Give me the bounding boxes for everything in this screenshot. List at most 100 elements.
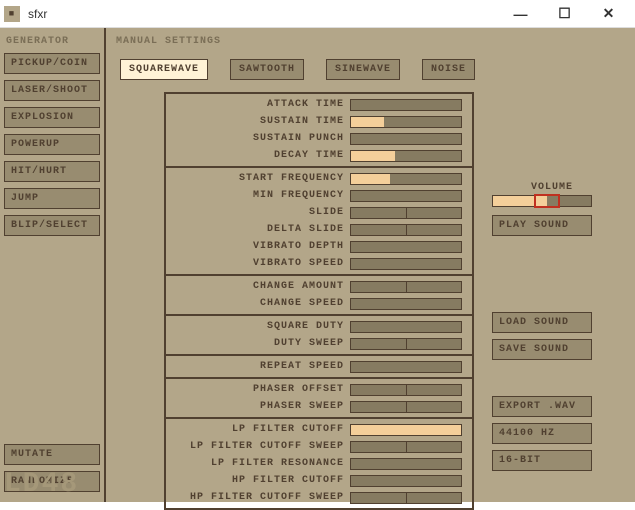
param-slider[interactable] <box>350 241 462 253</box>
param-slider[interactable] <box>350 150 462 162</box>
param-group: PHASER OFFSET PHASER SWEEP <box>166 379 472 419</box>
param-row: DUTY SWEEP <box>170 335 468 352</box>
param-label: CHANGE SPEED <box>170 298 350 309</box>
param-slider[interactable] <box>350 224 462 236</box>
param-group: CHANGE AMOUNT CHANGE SPEED <box>166 276 472 316</box>
param-group: ATTACK TIME SUSTAIN TIME SUSTAIN PUNCH DECA… <box>166 94 472 168</box>
wave-sinewave[interactable]: SINEWAVE <box>326 59 400 80</box>
param-row: SQUARE DUTY <box>170 318 468 335</box>
param-row: LP FILTER RESONANCE <box>170 455 468 472</box>
param-row: CHANGE SPEED <box>170 295 468 312</box>
param-row: PHASER SWEEP <box>170 398 468 415</box>
param-slider[interactable] <box>350 424 462 436</box>
param-label: LP FILTER RESONANCE <box>170 458 350 469</box>
param-label: CHANGE AMOUNT <box>170 281 350 292</box>
param-slider[interactable] <box>350 99 462 111</box>
minimize-button[interactable]: — <box>499 0 543 28</box>
play-sound-button[interactable]: PLAY SOUND <box>492 215 592 236</box>
param-row: SUSTAIN PUNCH <box>170 130 468 147</box>
generator-heading: GENERATOR <box>6 36 100 47</box>
content-row: ATTACK TIME SUSTAIN TIME SUSTAIN PUNCH DECA… <box>114 92 627 510</box>
bitdepth-button[interactable]: 16-BIT <box>492 450 592 471</box>
manual-settings-heading: MANUAL SETTINGS <box>116 36 627 47</box>
param-slider[interactable] <box>350 258 462 270</box>
param-label: DECAY TIME <box>170 150 350 161</box>
param-slider[interactable] <box>350 321 462 333</box>
param-row: DELTA SLIDE <box>170 221 468 238</box>
waveform-selector: SQUAREWAVE SAWTOOTH SINEWAVE NOISE <box>120 59 627 80</box>
param-row: LP FILTER CUTOFF <box>170 421 468 438</box>
param-row: REPEAT SPEED <box>170 358 468 375</box>
wave-squarewave[interactable]: SQUAREWAVE <box>120 59 208 80</box>
app-icon: ■ <box>4 6 20 22</box>
param-row: HP FILTER CUTOFF <box>170 472 468 489</box>
param-group: LP FILTER CUTOFFLP FILTER CUTOFF SWEEPLP… <box>166 419 472 508</box>
window-title: sfxr <box>28 7 499 21</box>
param-row: PHASER OFFSET <box>170 381 468 398</box>
param-label: PHASER SWEEP <box>170 401 350 412</box>
param-label: START FREQUENCY <box>170 173 350 184</box>
param-label: VIBRATO SPEED <box>170 258 350 269</box>
samplerate-button[interactable]: 44100 HZ <box>492 423 592 444</box>
param-slider[interactable] <box>350 207 462 219</box>
ld48-logo: LD48 <box>4 469 79 500</box>
main-panel: MANUAL SETTINGS SQUAREWAVE SAWTOOTH SINE… <box>106 28 635 502</box>
param-slider[interactable] <box>350 384 462 396</box>
gen-jump[interactable]: JUMP <box>4 188 100 209</box>
param-label: ATTACK TIME <box>170 99 350 110</box>
volume-handle[interactable] <box>534 194 560 208</box>
param-row: ATTACK TIME <box>170 96 468 113</box>
param-slider[interactable] <box>350 133 462 145</box>
generator-sidebar: GENERATOR PICKUP/COIN LASER/SHOOT EXPLOS… <box>0 28 106 502</box>
param-label: LP FILTER CUTOFF <box>170 424 350 435</box>
param-label: DELTA SLIDE <box>170 224 350 235</box>
param-slider[interactable] <box>350 458 462 470</box>
window-controls: — ☐ ✕ <box>499 0 631 28</box>
gen-laser-shoot[interactable]: LASER/SHOOT <box>4 80 100 101</box>
param-label: SUSTAIN PUNCH <box>170 133 350 144</box>
param-slider[interactable] <box>350 361 462 373</box>
param-row: HP FILTER CUTOFF SWEEP <box>170 489 468 506</box>
param-slider[interactable] <box>350 190 462 202</box>
param-label: DUTY SWEEP <box>170 338 350 349</box>
load-sound-button[interactable]: LOAD SOUND <box>492 312 592 333</box>
param-row: SUSTAIN TIME <box>170 113 468 130</box>
parameter-panel: ATTACK TIME SUSTAIN TIME SUSTAIN PUNCH DECA… <box>164 92 474 510</box>
param-slider[interactable] <box>350 401 462 413</box>
param-label: PHASER OFFSET <box>170 384 350 395</box>
gen-explosion[interactable]: EXPLOSION <box>4 107 100 128</box>
param-row: START FREQUENCY <box>170 170 468 187</box>
slider-fill <box>351 425 461 435</box>
slider-fill <box>351 117 384 127</box>
param-slider[interactable] <box>350 338 462 350</box>
volume-slider[interactable] <box>492 195 592 207</box>
maximize-button[interactable]: ☐ <box>543 0 587 28</box>
gen-pickup-coin[interactable]: PICKUP/COIN <box>4 53 100 74</box>
param-row: SLIDE <box>170 204 468 221</box>
app-body: GENERATOR PICKUP/COIN LASER/SHOOT EXPLOS… <box>0 28 635 502</box>
param-group: SQUARE DUTY DUTY SWEEP <box>166 316 472 356</box>
right-column: VOLUME PLAY SOUND LOAD SOUND SAVE SOUND … <box>492 92 612 510</box>
export-wav-button[interactable]: EXPORT .WAV <box>492 396 592 417</box>
param-slider[interactable] <box>350 173 462 185</box>
param-slider[interactable] <box>350 475 462 487</box>
param-label: REPEAT SPEED <box>170 361 350 372</box>
gen-powerup[interactable]: POWERUP <box>4 134 100 155</box>
param-group: REPEAT SPEED <box>166 356 472 379</box>
param-row: VIBRATO DEPTH <box>170 238 468 255</box>
param-row: MIN FREQUENCY <box>170 187 468 204</box>
save-sound-button[interactable]: SAVE SOUND <box>492 339 592 360</box>
close-button[interactable]: ✕ <box>587 0 631 28</box>
gen-blip-select[interactable]: BLIP/SELECT <box>4 215 100 236</box>
param-slider[interactable] <box>350 281 462 293</box>
wave-noise[interactable]: NOISE <box>422 59 475 80</box>
param-group: START FREQUENCY MIN FREQUENCYSLIDE DELTA S… <box>166 168 472 276</box>
wave-sawtooth[interactable]: SAWTOOTH <box>230 59 304 80</box>
mutate-button[interactable]: MUTATE <box>4 444 100 465</box>
param-slider[interactable] <box>350 441 462 453</box>
gen-hit-hurt[interactable]: HIT/HURT <box>4 161 100 182</box>
param-label: SUSTAIN TIME <box>170 116 350 127</box>
param-label: HP FILTER CUTOFF <box>170 475 350 486</box>
param-slider[interactable] <box>350 298 462 310</box>
param-slider[interactable] <box>350 116 462 128</box>
